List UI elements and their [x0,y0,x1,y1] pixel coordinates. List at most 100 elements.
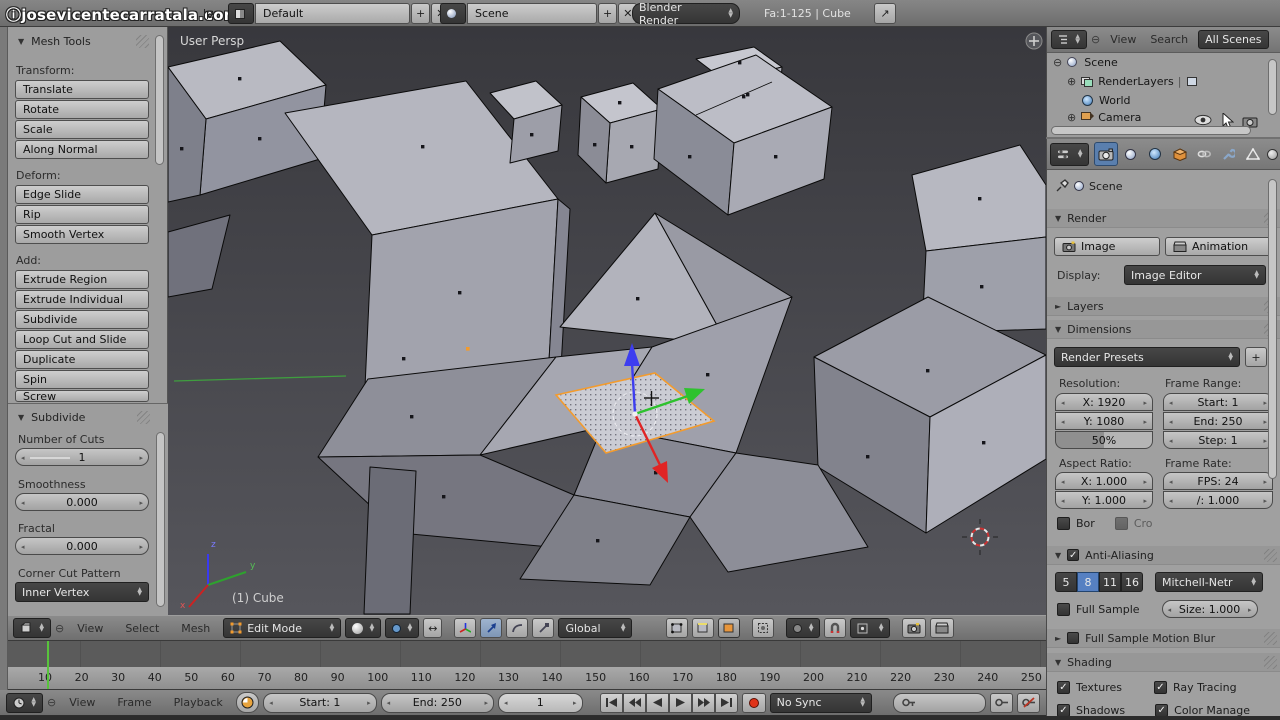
resolution-x-field[interactable]: ◂ X: 1920 ▸ [1055,393,1153,411]
translate-manipulator-toggle[interactable] [480,618,503,638]
outliner-view-menu[interactable]: View [1104,27,1142,52]
timeline-ruler[interactable]: 10 20 30 40 50 60 70 80 90 100 110 120 130 140 150… [0,667,1046,689]
manipulator-toggle[interactable] [454,618,477,638]
play-button[interactable] [669,692,693,713]
current-frame-field[interactable]: ◂ 1 ▸ [497,692,583,713]
mesh-menu[interactable]: Mesh [172,616,219,640]
panel-grip[interactable] [137,410,150,424]
full-sample-checkbox[interactable] [1057,602,1070,616]
select-menu[interactable]: Select [116,616,168,640]
scale-manipulator-toggle[interactable] [532,618,555,638]
outliner-filter-dropdown[interactable]: All Scenes [1198,30,1269,49]
timeline-area[interactable]: 10 20 30 40 50 60 70 80 90 100 110 120 130 140 150… [0,641,1046,690]
current-frame-marker[interactable] [47,641,49,689]
translate-button[interactable]: Translate [15,80,149,99]
timeline-playback-menu[interactable]: Playback [165,690,232,715]
snap-toggle[interactable] [824,618,847,638]
breadcrumb-label[interactable]: Scene [1089,180,1123,193]
timeline-editor-type-dropdown[interactable]: ▲ ▼ [6,692,44,713]
scene-icon[interactable] [440,3,466,24]
timeline-view-menu[interactable]: View [60,690,104,715]
motion-blur-section-header[interactable]: ► Full Sample Motion Blur [1047,629,1280,648]
subdivide-button[interactable]: Subdivide [15,310,149,329]
aa-samples-16[interactable]: 16 [1121,572,1143,592]
collapse-icon[interactable]: ⊖ [1053,56,1062,69]
collapse-menus-icon[interactable]: ⊖ [1089,33,1102,46]
subdivide-scrollbar[interactable] [156,432,165,607]
sync-dropdown[interactable]: No Sync ▲ ▼ [769,692,872,713]
aa-samples-11[interactable]: 11 [1099,572,1121,592]
render-image-button[interactable]: Image [1054,237,1160,256]
crop-checkbox[interactable] [1114,517,1128,530]
play-reverse-button[interactable] [646,692,670,713]
outliner-item-world[interactable]: World [1047,91,1280,110]
outliner-item-renderlayers[interactable]: ⊕ RenderLayers | [1047,72,1280,91]
frame-end-field[interactable]: ◂ End: 250 ▸ [1163,412,1273,430]
extrude-individual-button[interactable]: Extrude Individual [15,290,149,309]
render-animation-button[interactable]: Animation [1165,237,1271,256]
frame-start-field[interactable]: ◂ Start: 1 ▸ [263,692,377,713]
tab-scene[interactable] [1119,142,1143,166]
editor-type-dropdown[interactable]: ▲ ▼ [13,618,51,638]
orientation-dropdown[interactable]: Global ▲ ▼ [558,618,633,638]
ray-tracing-checkbox[interactable]: ✓ [1154,681,1167,694]
display-dropdown[interactable]: Image Editor ▲ ▼ [1124,265,1266,285]
mesh-tools-collapse-icon[interactable]: ▼ [18,37,24,46]
duplicate-button[interactable]: Duplicate [15,350,149,369]
fps-base-field[interactable]: ◂/: 1.000 ▸ [1163,491,1273,509]
keying-set-field[interactable] [893,692,986,713]
add-scene-button[interactable]: + [598,3,618,24]
aa-size-field[interactable]: ◂ Size: 1.000 ▸ [1161,600,1258,618]
pin-icon[interactable] [1055,179,1069,193]
frame-end-field[interactable]: ◂ End: 250 ▸ [380,692,494,713]
along-normal-button[interactable]: Along Normal [15,140,149,159]
subdivide-collapse-icon[interactable]: ▼ [18,413,24,422]
dimensions-section-header[interactable]: ▼ Dimensions [1047,320,1280,339]
render-section-header[interactable]: ▼ Render [1047,209,1280,228]
tab-constraints[interactable] [1193,142,1217,166]
textures-checkbox[interactable]: ✓ [1057,681,1070,694]
outliner-hscrollbar[interactable] [1051,126,1251,135]
jump-to-start-button[interactable] [600,692,624,713]
properties-vscrollbar[interactable] [1268,179,1277,479]
render-presets-dropdown[interactable]: Render Presets ▲ ▼ [1054,347,1240,367]
edge-select-toggle[interactable] [692,618,715,638]
visibility-eye-icon[interactable] [1194,113,1212,127]
frame-start-field[interactable]: ◂ Start: 1 ▸ [1163,393,1273,411]
border-checkbox[interactable] [1057,517,1070,530]
next-keyframe-button[interactable] [692,692,716,713]
loop-cut-button[interactable]: Loop Cut and Slide [15,330,149,349]
screw-button[interactable]: Screw [15,390,149,402]
timeline-frame-menu[interactable]: Frame [108,690,160,715]
add-layout-button[interactable]: + [411,3,431,24]
aa-filter-dropdown[interactable]: Mitchell-Netr ▲ ▼ [1155,572,1263,592]
occlude-geometry-toggle[interactable] [752,618,775,638]
fps-field[interactable]: ◂ FPS: 24 ▸ [1163,472,1273,490]
tab-modifiers[interactable] [1217,142,1241,166]
anti-aliasing-checkbox[interactable]: ✓ [1067,549,1080,561]
expand-icon[interactable]: ⊕ [1067,111,1076,124]
proportional-edit-dropdown[interactable]: ▲ ▼ [786,618,821,638]
screen-layout-field[interactable]: Default [255,3,410,24]
outliner-item-scene[interactable]: ⊖ Scene [1047,53,1280,72]
tool-shelf-scrollbar[interactable] [155,35,164,165]
outliner-vscrollbar[interactable] [1268,59,1277,115]
scene-field[interactable]: Scene [467,3,597,24]
extrude-region-button[interactable]: Extrude Region [15,270,149,289]
window-duplicate-icon[interactable]: ↗ [874,3,896,24]
collapse-menus-icon[interactable]: ⊖ [55,622,64,635]
render-engine-dropdown[interactable]: Blender Render ▲ ▼ [632,1,740,27]
shading-section-header[interactable]: ▼ Shading [1047,653,1280,672]
rotate-manipulator-toggle[interactable] [506,618,529,638]
viewport-3d[interactable]: User Persp (1) Cube z y x [168,27,1046,615]
tab-world[interactable] [1144,142,1168,166]
use-preview-range-toggle[interactable] [235,692,260,713]
tab-material-clipped[interactable] [1266,142,1278,166]
smoothness-slider[interactable]: ◂ 0.000 ▸ [15,493,149,511]
smooth-vertex-button[interactable]: Smooth Vertex [15,225,149,244]
view-menu[interactable]: View [68,616,112,640]
pivot-align-toggle[interactable]: ↔ [423,618,443,638]
resolution-percentage-slider[interactable]: 50% [1055,431,1153,449]
aa-samples-8[interactable]: 8 [1077,572,1099,592]
rip-button[interactable]: Rip [15,205,149,224]
